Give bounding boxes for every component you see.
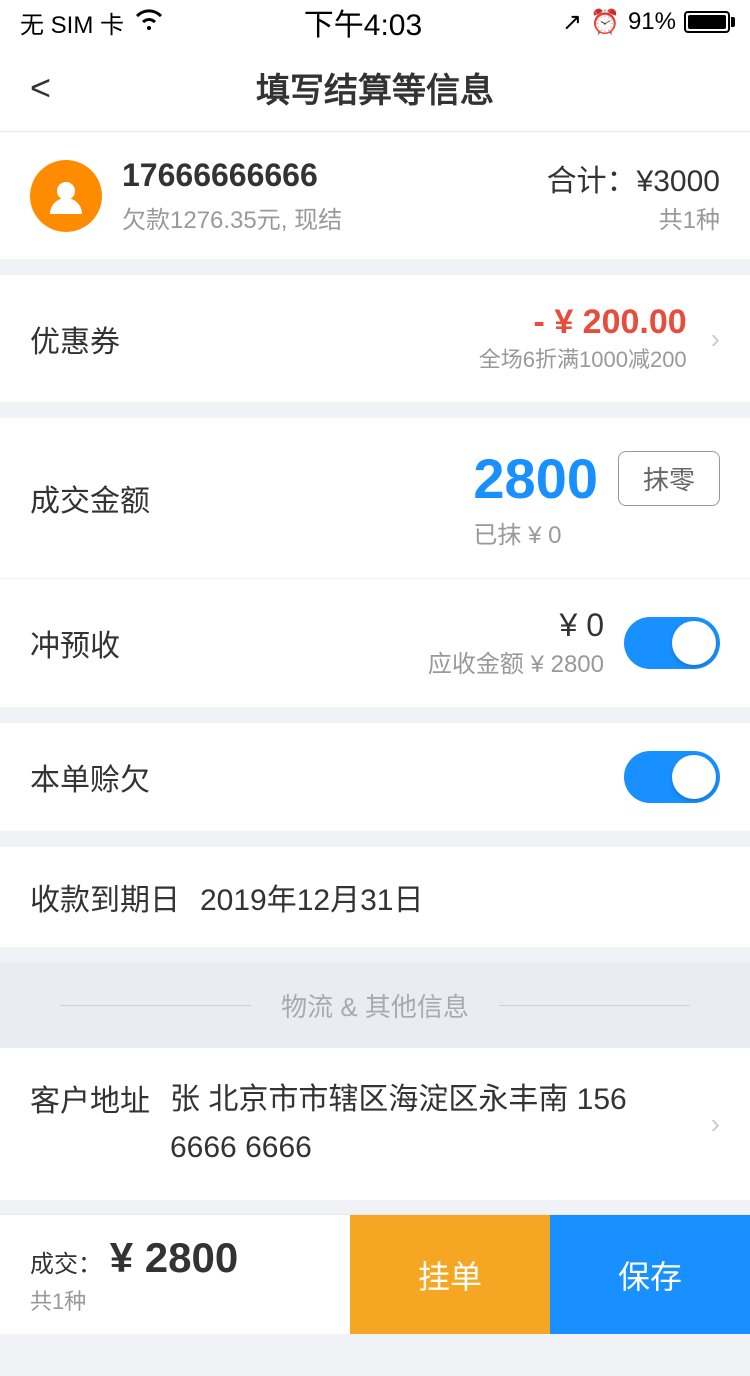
- hang-button[interactable]: 挂单: [350, 1215, 550, 1334]
- divider-line-right: [499, 1005, 690, 1006]
- save-button[interactable]: 保存: [550, 1215, 750, 1334]
- bottom-amount: ¥ 2800: [110, 1234, 238, 1281]
- user-info: 17666666666 欠款1276.35元, 现结: [122, 157, 342, 235]
- battery-icon: [684, 11, 730, 33]
- deal-section: 成交金额 2800 抹零 已抹 ¥ 0 冲预收 ¥ 0 应收金额 ¥ 2800: [0, 418, 750, 707]
- address-section[interactable]: 客户地址 张 北京市市辖区海淀区永丰南 156 6666 6666 ›: [0, 1048, 750, 1200]
- debt-label: 本单赊欠: [30, 755, 150, 799]
- debt-row: 本单赊欠: [0, 723, 750, 831]
- deal-value: 2800: [473, 446, 598, 511]
- nav-bar: < 填写结算等信息: [0, 44, 750, 132]
- status-time: 下午4:03: [304, 0, 422, 44]
- date-row: 收款到期日 2019年12月31日: [30, 875, 720, 919]
- pre-collect-row: 冲预收 ¥ 0 应收金额 ¥ 2800: [0, 579, 750, 707]
- pre-right: ¥ 0 应收金额 ¥ 2800: [428, 607, 720, 679]
- coupon-right: - ¥ 200.00 全场6折满1000减200 ›: [479, 303, 720, 374]
- content: 17666666666 欠款1276.35元, 现结 合计：¥3000 共1种 …: [0, 132, 750, 1376]
- wifi-icon: [134, 8, 164, 37]
- status-right: ↗ ⏰ 91%: [562, 8, 730, 37]
- deal-amount-row: 成交金额 2800 抹零 已抹 ¥ 0: [0, 418, 750, 579]
- debt-toggle[interactable]: [624, 751, 720, 803]
- deal-sub: 已抹 ¥ 0: [473, 515, 720, 550]
- pre-collect-toggle[interactable]: [624, 617, 720, 669]
- address-chevron-icon: ›: [711, 1108, 720, 1140]
- status-bar: 无 SIM 卡 下午4:03 ↗ ⏰ 91%: [0, 0, 750, 44]
- total-count: 共1种: [547, 200, 720, 235]
- user-left: 17666666666 欠款1276.35元, 现结: [30, 157, 342, 235]
- bottom-count: 共1种: [30, 1284, 320, 1316]
- carrier-label: 无 SIM 卡: [20, 5, 124, 40]
- deal-value-wrap: 2800 抹零: [473, 446, 720, 511]
- chevron-right-icon: ›: [711, 323, 720, 355]
- bottom-info: 成交： ¥ 2800 共1种: [0, 1234, 350, 1316]
- bottom-deal-label: 成交：: [30, 1251, 102, 1278]
- address-row: 客户地址 张 北京市市辖区海淀区永丰南 156 6666 6666 ›: [30, 1076, 720, 1172]
- coupon-row[interactable]: 优惠券 - ¥ 200.00 全场6折满1000减200 ›: [0, 275, 750, 402]
- round-button[interactable]: 抹零: [618, 451, 720, 506]
- user-sub: 欠款1276.35元, 现结: [122, 200, 342, 235]
- due-date-value: 2019年12月31日: [200, 875, 423, 919]
- pre-sub: 应收金额 ¥ 2800: [428, 644, 604, 679]
- divider-line-left: [60, 1005, 251, 1006]
- coupon-amount: - ¥ 200.00: [479, 303, 687, 342]
- back-button[interactable]: <: [30, 67, 51, 109]
- divider-text: 物流 & 其他信息: [281, 987, 469, 1024]
- battery-percent: 91%: [628, 8, 676, 36]
- deal-amount-label: 成交金额: [30, 476, 150, 520]
- page-title: 填写结算等信息: [256, 63, 494, 112]
- user-info-row: 17666666666 欠款1276.35元, 现结 合计：¥3000 共1种: [0, 132, 750, 259]
- divider-section: 物流 & 其他信息: [0, 963, 750, 1048]
- user-phone: 17666666666: [122, 157, 342, 194]
- due-date-label: 收款到期日: [30, 875, 180, 919]
- pre-amount: ¥ 0: [428, 607, 604, 644]
- alarm-icon: ⏰: [590, 8, 620, 37]
- status-left: 无 SIM 卡: [20, 5, 164, 40]
- user-total: 合计：¥3000 共1种: [547, 156, 720, 235]
- total-amount: 合计：¥3000: [547, 156, 720, 200]
- address-value: 张 北京市市辖区海淀区永丰南 156 6666 6666: [170, 1076, 695, 1172]
- bottom-deal-wrap: 成交： ¥ 2800: [30, 1234, 320, 1282]
- debt-section: 本单赊欠: [0, 723, 750, 831]
- coupon-desc: 全场6折满1000减200: [479, 342, 687, 374]
- bottom-bar: 成交： ¥ 2800 共1种 挂单 保存: [0, 1214, 750, 1334]
- bottom-buttons: 挂单 保存: [350, 1215, 750, 1334]
- coupon-label: 优惠券: [30, 317, 120, 361]
- address-label: 客户地址: [30, 1076, 150, 1120]
- pre-collect-label: 冲预收: [30, 621, 120, 665]
- location-icon: ↗: [562, 8, 582, 37]
- date-section: 收款到期日 2019年12月31日: [0, 847, 750, 947]
- pre-amount-wrap: ¥ 0 应收金额 ¥ 2800: [428, 607, 604, 679]
- avatar: [30, 160, 102, 232]
- coupon-section: 优惠券 - ¥ 200.00 全场6折满1000减200 ›: [0, 275, 750, 402]
